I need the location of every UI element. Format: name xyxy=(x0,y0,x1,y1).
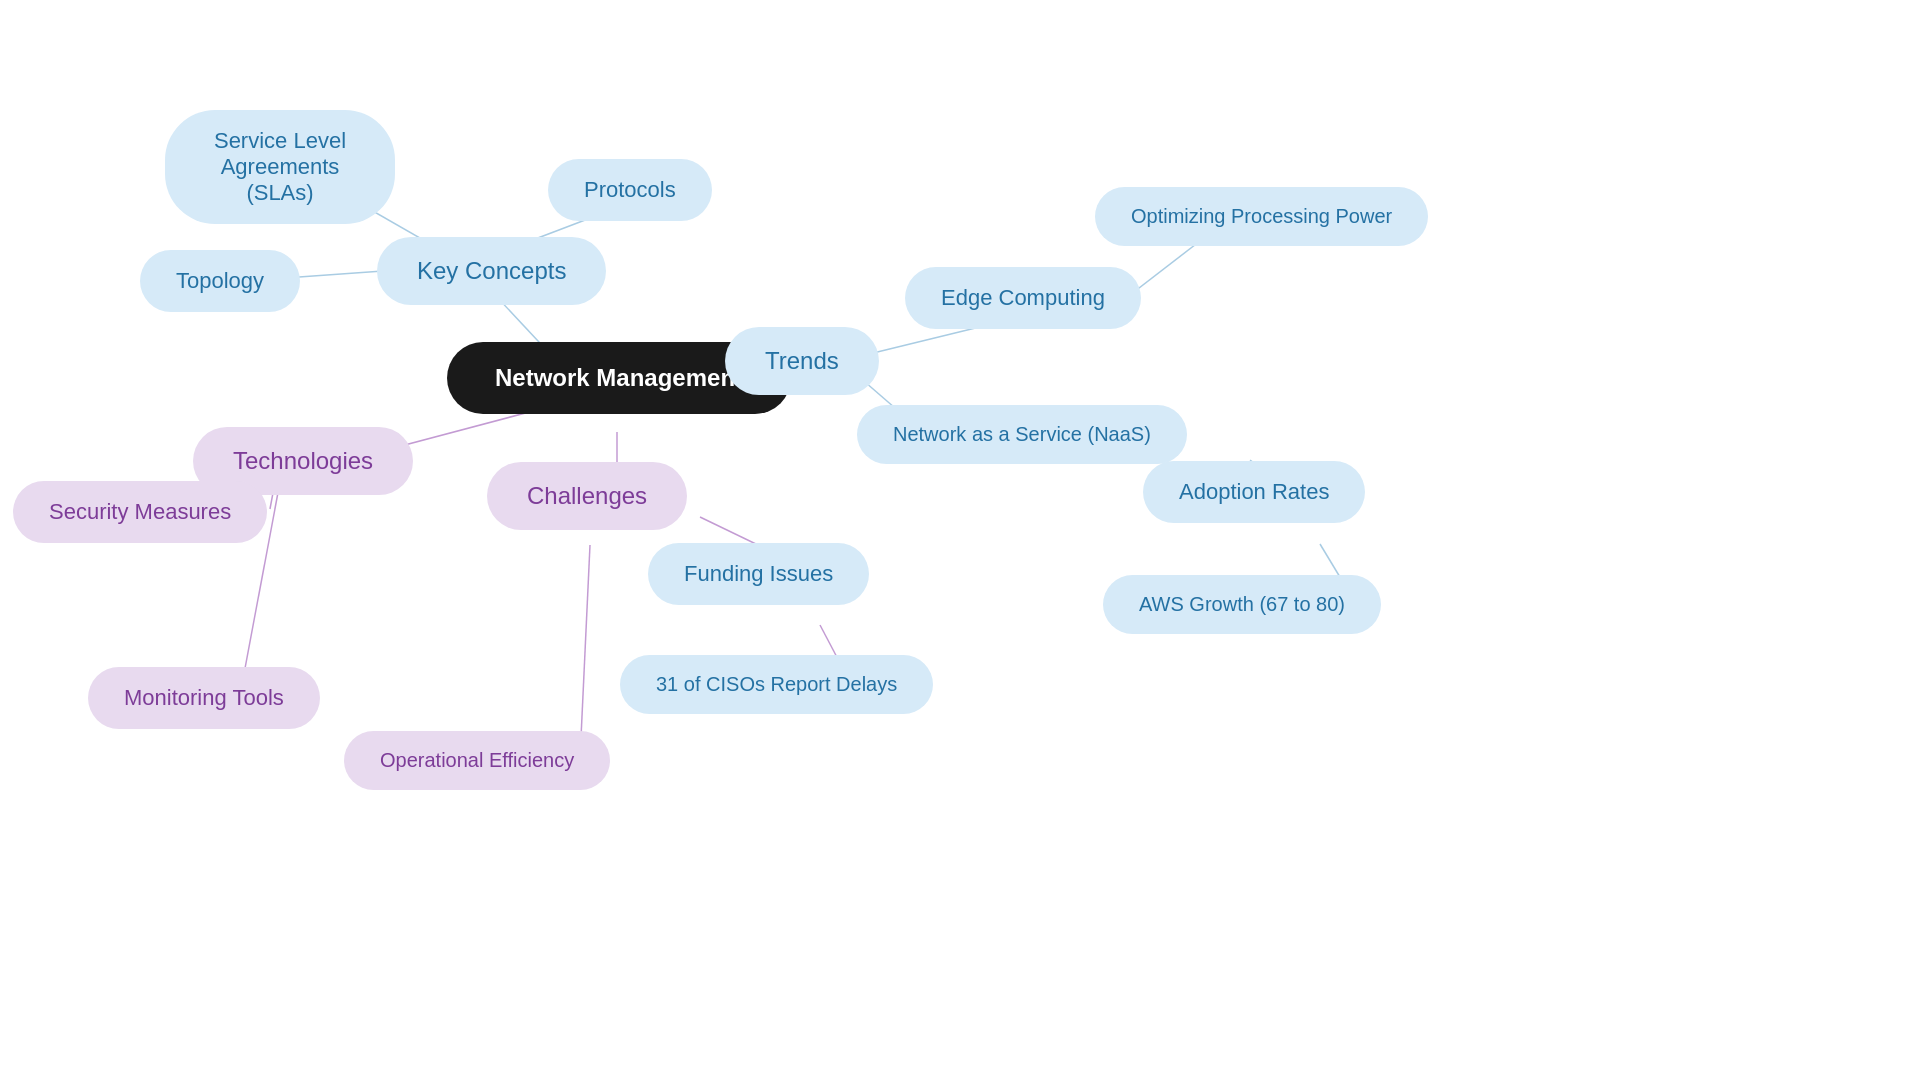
svg-line-14 xyxy=(580,545,590,759)
monitoring-tools-node[interactable]: Monitoring Tools xyxy=(88,667,320,729)
trends-node[interactable]: Trends xyxy=(725,327,879,395)
optimizing-node[interactable]: Optimizing Processing Power xyxy=(1095,187,1428,246)
topology-node[interactable]: Topology xyxy=(140,250,300,312)
adoption-rates-node[interactable]: Adoption Rates xyxy=(1143,461,1365,523)
key-concepts-node[interactable]: Key Concepts xyxy=(377,237,606,305)
funding-issues-node[interactable]: Funding Issues xyxy=(648,543,869,605)
sla-node[interactable]: Service Level Agreements (SLAs) xyxy=(165,110,395,224)
protocols-node[interactable]: Protocols xyxy=(548,159,712,221)
operational-efficiency-node[interactable]: Operational Efficiency xyxy=(344,731,610,790)
aws-growth-node[interactable]: AWS Growth (67 to 80) xyxy=(1103,575,1381,634)
edge-computing-node[interactable]: Edge Computing xyxy=(905,267,1141,329)
naas-node[interactable]: Network as a Service (NaaS) xyxy=(857,405,1187,464)
challenges-node[interactable]: Challenges xyxy=(487,462,687,530)
security-measures-node[interactable]: Security Measures xyxy=(13,481,267,543)
cisos-report-delays-node[interactable]: 31 of CISOs Report Delays xyxy=(620,655,933,714)
